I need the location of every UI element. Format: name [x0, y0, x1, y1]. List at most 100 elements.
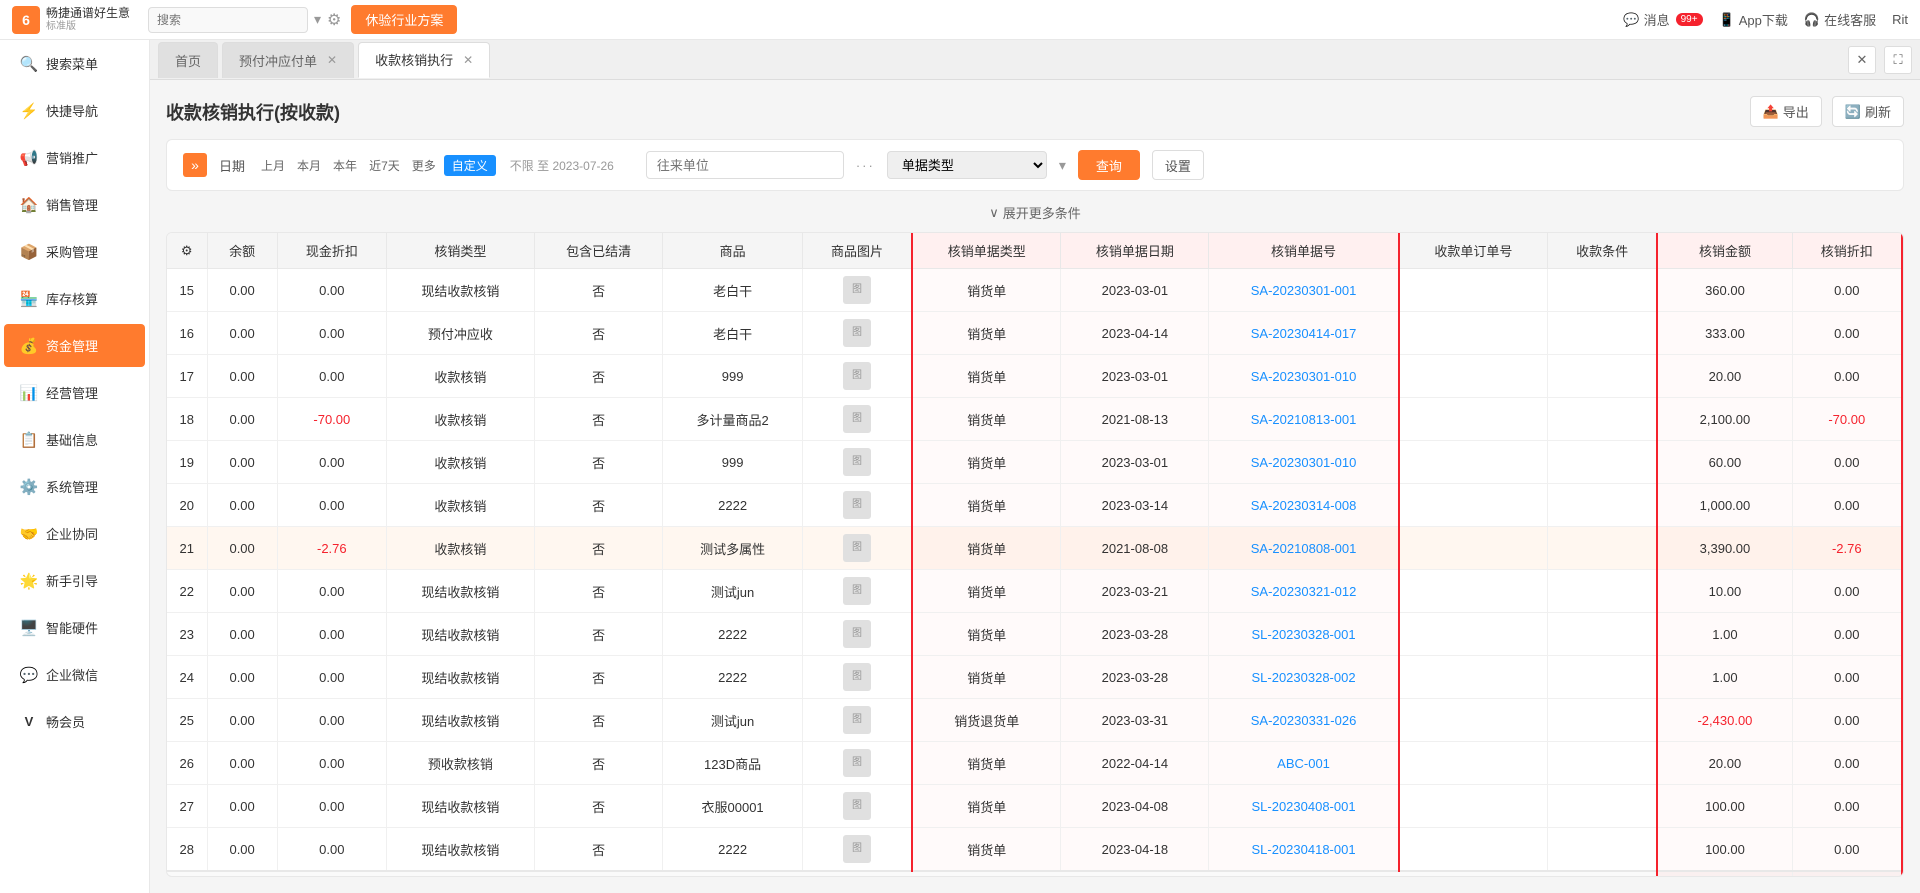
tab-prepay-close[interactable]: ✕ [327, 53, 337, 67]
cell-balance: 0.00 [207, 398, 277, 441]
tab-collection[interactable]: 收款核销执行 ✕ [358, 42, 490, 78]
refresh-button[interactable]: 🔄 刷新 [1832, 96, 1904, 127]
doc-no-link[interactable]: SL-20230408-001 [1251, 799, 1355, 814]
export-button[interactable]: 📤 导出 [1750, 96, 1822, 127]
cell-row-num: 15 [167, 269, 207, 312]
doc-no-link[interactable]: SA-20230301-010 [1251, 369, 1357, 384]
date-more[interactable]: 更多 [408, 155, 440, 176]
sidebar-item-business[interactable]: 📊 经营管理 [4, 371, 145, 414]
sidebar-item-basic[interactable]: 📋 基础信息 [4, 418, 145, 461]
date-last-month[interactable]: 上月 [257, 155, 289, 176]
doc-no-link[interactable]: SA-20230331-026 [1251, 713, 1357, 728]
sidebar-item-newbie[interactable]: 🌟 新手引导 [4, 559, 145, 602]
dropdown-arrow[interactable]: ▾ [314, 11, 321, 28]
cell-receipt-condition [1547, 570, 1657, 613]
doc-no-link[interactable]: ABC-001 [1277, 756, 1330, 771]
filter-expand-btn[interactable]: » [183, 153, 207, 177]
date-7-days[interactable]: 近7天 [365, 155, 404, 176]
cell-goods-image: 图 [802, 742, 912, 785]
search-input[interactable] [157, 13, 277, 27]
sales-icon: 🏠 [20, 196, 38, 214]
doc-no-link[interactable]: SA-20210808-001 [1251, 541, 1357, 556]
cell-cancel-amount: -2,430.00 [1657, 699, 1792, 742]
partner-input[interactable] [646, 151, 844, 179]
message-btn[interactable]: 💬 消息 99+ [1623, 10, 1702, 29]
col-settings[interactable]: ⚙ [167, 233, 207, 269]
cell-cash-discount: -2.76 [277, 527, 386, 570]
sidebar-item-wechat[interactable]: 💬 企业微信 [4, 653, 145, 696]
sidebar: 🔍 搜索菜单 ⚡ 快捷导航 📢 营销推广 🏠 销售管理 📦 采购管理 🏪 库存核… [0, 40, 150, 893]
inventory-icon: 🏪 [20, 290, 38, 308]
tab-prepay[interactable]: 预付冲应付单 ✕ [222, 42, 354, 78]
tab-close-btn[interactable]: ✕ [1848, 46, 1876, 74]
cell-receipt-order-no [1399, 570, 1548, 613]
doc-type-select[interactable]: 单据类型 [887, 151, 1047, 179]
date-custom[interactable]: 自定义 [444, 155, 496, 176]
doc-no-link[interactable]: SA-20230301-010 [1251, 455, 1357, 470]
sidebar-item-corp[interactable]: 🤝 企业协同 [4, 512, 145, 555]
doc-no-link[interactable]: SA-20230414-017 [1251, 326, 1357, 341]
main-layout: 🔍 搜索菜单 ⚡ 快捷导航 📢 营销推广 🏠 销售管理 📦 采购管理 🏪 库存核… [0, 40, 1920, 893]
sidebar-item-hardware[interactable]: 🖥️ 智能硬件 [4, 606, 145, 649]
table-row: 16 0.00 0.00 预付冲应收 否 老白干 图 销货单 2023-04-1… [167, 312, 1902, 355]
sidebar-item-guide[interactable]: ⚡ 快捷导航 [4, 89, 145, 132]
cell-include-closed: 否 [534, 269, 663, 312]
doc-no-link[interactable]: SL-20230328-001 [1251, 627, 1355, 642]
sidebar-item-search[interactable]: 🔍 搜索菜单 [4, 42, 145, 85]
sidebar-item-inventory[interactable]: 🏪 库存核算 [4, 277, 145, 320]
expand-conditions-btn[interactable]: ∨ 展开更多条件 [989, 199, 1081, 226]
tab-home[interactable]: 首页 [158, 42, 218, 78]
cell-row-num: 26 [167, 742, 207, 785]
cell-cancel-amount: 20.00 [1657, 742, 1792, 785]
sidebar-item-sales[interactable]: 🏠 销售管理 [4, 183, 145, 226]
cell-receipt-order-no [1399, 656, 1548, 699]
doc-no-link[interactable]: SL-20230328-002 [1251, 670, 1355, 685]
cell-row-num: 27 [167, 785, 207, 828]
cell-balance: 0.00 [207, 484, 277, 527]
cell-receipt-order-no [1399, 828, 1548, 872]
filter-settings-button[interactable]: 设置 [1152, 150, 1204, 180]
cell-cancel-discount: 0.00 [1792, 828, 1902, 872]
doc-no-link[interactable]: SA-20230321-012 [1251, 584, 1357, 599]
tab-collection-close[interactable]: ✕ [463, 53, 473, 67]
sidebar-item-member[interactable]: V 畅会员 [4, 700, 145, 743]
doc-no-link[interactable]: SA-20230301-001 [1251, 283, 1357, 298]
cell-cash-discount: -70.00 [277, 398, 386, 441]
tab-bar: 首页 预付冲应付单 ✕ 收款核销执行 ✕ ✕ ⛶ [150, 40, 1920, 80]
cell-goods-image: 图 [802, 527, 912, 570]
cell-receipt-order-no [1399, 441, 1548, 484]
cell-cancel-amount: 60.00 [1657, 441, 1792, 484]
cell-cash-discount: 0.00 [277, 699, 386, 742]
sidebar-item-finance[interactable]: 💰 资金管理 [4, 324, 145, 367]
doc-no-link[interactable]: SL-20230418-001 [1251, 842, 1355, 857]
cell-receipt-order-no [1399, 699, 1548, 742]
tab-expand-btn[interactable]: ⛶ [1884, 46, 1912, 74]
sidebar-item-marketing[interactable]: 📢 营销推广 [4, 136, 145, 179]
user-menu[interactable]: Rit [1892, 12, 1908, 27]
cell-cancel-doc-date: 2023-03-01 [1061, 355, 1209, 398]
cell-row-num: 19 [167, 441, 207, 484]
app-download-btn[interactable]: 📱 App下载 [1719, 10, 1788, 29]
sidebar-item-system[interactable]: ⚙️ 系统管理 [4, 465, 145, 508]
doc-no-link[interactable]: SA-20210813-001 [1251, 412, 1357, 427]
cell-row-num: 28 [167, 828, 207, 872]
cell-cancel-discount: 0.00 [1792, 613, 1902, 656]
cell-goods: 测试多属性 [663, 527, 802, 570]
col-goods: 商品 [663, 233, 802, 269]
table-row: 23 0.00 0.00 现结收款核销 否 2222 图 销货单 2023-03… [167, 613, 1902, 656]
cell-receipt-order-no [1399, 312, 1548, 355]
query-button[interactable]: 查询 [1078, 150, 1140, 180]
cell-cancel-discount: 0.00 [1792, 355, 1902, 398]
solution-button[interactable]: 休验行业方案 [351, 5, 457, 34]
cell-cancel-doc-no: SL-20230418-001 [1209, 828, 1399, 872]
service-btn[interactable]: 🎧 在线客服 [1804, 10, 1876, 29]
sidebar-item-purchase[interactable]: 📦 采购管理 [4, 230, 145, 273]
cell-goods: 123D商品 [663, 742, 802, 785]
cell-cancel-doc-no: SA-20230331-026 [1209, 699, 1399, 742]
doc-no-link[interactable]: SA-20230314-008 [1251, 498, 1357, 513]
service-icon: 🎧 [1804, 12, 1820, 28]
date-this-month[interactable]: 本月 [293, 155, 325, 176]
settings-icon[interactable]: ⚙ [327, 10, 341, 30]
date-this-year[interactable]: 本年 [329, 155, 361, 176]
col-cancel-doc-date: 核销单据日期 [1061, 233, 1209, 269]
